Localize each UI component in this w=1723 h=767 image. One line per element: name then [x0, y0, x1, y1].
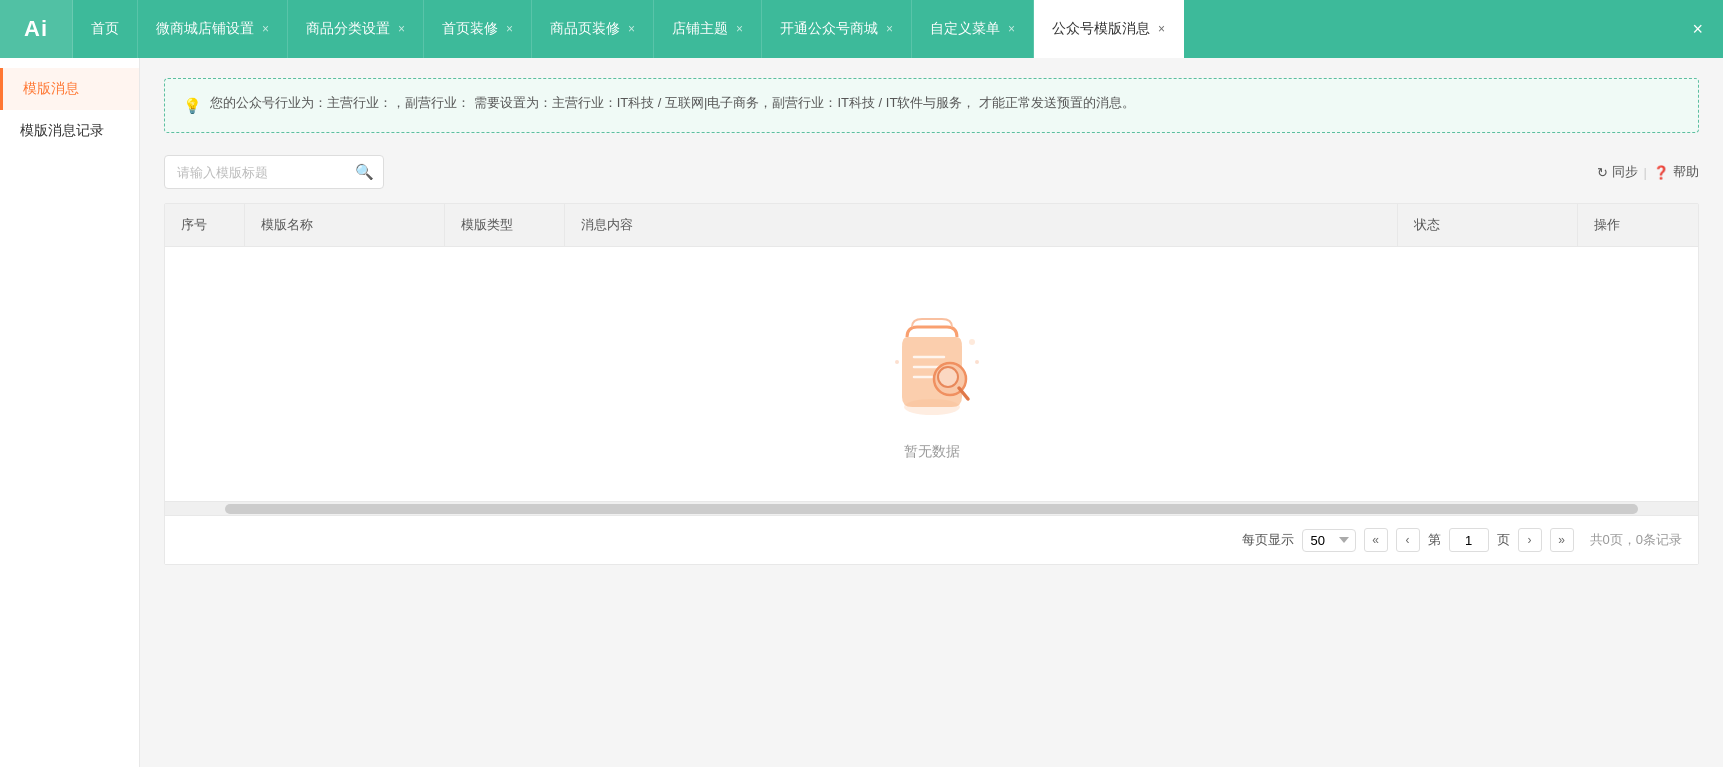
- nav-tab-close[interactable]: ×: [886, 22, 893, 36]
- nav-tab-label: 开通公众号商城: [780, 20, 878, 38]
- scrollbar-thumb[interactable]: [225, 504, 1638, 514]
- logo-text: Ai: [24, 16, 48, 42]
- page-size-select[interactable]: 102050100: [1302, 529, 1356, 552]
- search-input[interactable]: [164, 155, 384, 189]
- notice-text: 您的公众号行业为：主营行业：，副营行业： 需要设置为：主营行业：IT科技 / 互…: [210, 93, 1135, 114]
- notice-icon: 💡: [183, 94, 202, 118]
- nav-tab-category-settings[interactable]: 商品分类设置 ×: [288, 0, 424, 58]
- nav-tab-close[interactable]: ×: [628, 22, 635, 36]
- page-size-label: 每页显示: [1242, 531, 1294, 549]
- sidebar-item-template-msg[interactable]: 模版消息: [0, 68, 139, 110]
- main-layout: 模版消息模版消息记录 💡 您的公众号行业为：主营行业：，副营行业： 需要设置为：…: [0, 58, 1723, 767]
- nav-tab-template-msg[interactable]: 公众号模版消息 ×: [1034, 0, 1184, 58]
- table-header: 序号模版名称模版类型消息内容状态操作: [165, 204, 1698, 247]
- nav-tab-label: 自定义菜单: [930, 20, 1000, 38]
- page-unit: 页: [1497, 531, 1510, 549]
- table-col-type: 模版类型: [445, 204, 565, 246]
- page-input[interactable]: [1449, 528, 1489, 552]
- table-wrap: 序号模版名称模版类型消息内容状态操作: [164, 203, 1699, 565]
- nav-tab-shop-theme[interactable]: 店铺主题 ×: [654, 0, 762, 58]
- sidebar-item-template-msg-records[interactable]: 模版消息记录: [0, 110, 139, 152]
- scrollbar-area[interactable]: [165, 501, 1698, 515]
- pagination: 每页显示 102050100 « ‹ 第 页 › » 共0页，0条记录: [165, 515, 1698, 564]
- close-all-button[interactable]: ×: [1672, 19, 1723, 40]
- search-input-wrap: 🔍: [164, 155, 384, 189]
- notice-highlight: 需要设置为：主营行业：IT科技 / 互联网|电子商务，副营行业：IT科技 / I…: [474, 95, 976, 110]
- next-page-button[interactable]: ›: [1518, 528, 1542, 552]
- prev-page-button[interactable]: ‹: [1396, 528, 1420, 552]
- page-word: 第: [1428, 531, 1441, 549]
- search-left: 🔍: [164, 155, 384, 189]
- svg-point-8: [895, 360, 899, 364]
- nav-tab-label: 商品页装修: [550, 20, 620, 38]
- table-col-action: 操作: [1578, 204, 1698, 246]
- divider: |: [1644, 165, 1647, 180]
- search-right: ↻ 同步 | ❓ 帮助: [1597, 163, 1699, 181]
- content-area: 💡 您的公众号行业为：主营行业：，副营行业： 需要设置为：主营行业：IT科技 /…: [140, 58, 1723, 767]
- nav-tab-close[interactable]: ×: [736, 22, 743, 36]
- last-page-button[interactable]: »: [1550, 528, 1574, 552]
- notice-box: 💡 您的公众号行业为：主营行业：，副营行业： 需要设置为：主营行业：IT科技 /…: [164, 78, 1699, 133]
- nav-tab-close[interactable]: ×: [398, 22, 405, 36]
- sync-button[interactable]: ↻ 同步: [1597, 163, 1638, 181]
- nav-tab-home-decor[interactable]: 首页装修 ×: [424, 0, 532, 58]
- nav-tab-close[interactable]: ×: [506, 22, 513, 36]
- top-nav: Ai 首页微商城店铺设置×商品分类设置×首页装修×商品页装修×店铺主题×开通公众…: [0, 0, 1723, 58]
- first-page-button[interactable]: «: [1364, 528, 1388, 552]
- svg-point-7: [969, 339, 975, 345]
- empty-text: 暂无数据: [904, 443, 960, 461]
- empty-illustration: [872, 307, 992, 427]
- search-bar: 🔍 ↻ 同步 | ❓ 帮助: [164, 155, 1699, 189]
- help-icon: ❓: [1653, 165, 1669, 180]
- nav-tab-close[interactable]: ×: [262, 22, 269, 36]
- nav-tab-label: 商品分类设置: [306, 20, 390, 38]
- help-button[interactable]: ❓ 帮助: [1653, 163, 1699, 181]
- svg-point-5: [938, 367, 958, 387]
- svg-point-9: [975, 360, 979, 364]
- nav-tab-label: 首页装修: [442, 20, 498, 38]
- table-col-index: 序号: [165, 204, 245, 246]
- nav-tab-close[interactable]: ×: [1008, 22, 1015, 36]
- table-col-name: 模版名称: [245, 204, 445, 246]
- nav-tab-open-mall[interactable]: 开通公众号商城 ×: [762, 0, 912, 58]
- nav-tab-product-decor[interactable]: 商品页装修 ×: [532, 0, 654, 58]
- total-info: 共0页，0条记录: [1590, 531, 1682, 549]
- search-icon[interactable]: 🔍: [355, 163, 374, 181]
- nav-tab-custom-menu[interactable]: 自定义菜单 ×: [912, 0, 1034, 58]
- sidebar: 模版消息模版消息记录: [0, 58, 140, 767]
- nav-tab-label: 店铺主题: [672, 20, 728, 38]
- table-col-content: 消息内容: [565, 204, 1398, 246]
- nav-tab-label: 公众号模版消息: [1052, 20, 1150, 38]
- nav-tab-close[interactable]: ×: [1158, 22, 1165, 36]
- nav-tab-label: 首页: [91, 20, 119, 38]
- nav-tab-label: 微商城店铺设置: [156, 20, 254, 38]
- table-col-status: 状态: [1398, 204, 1578, 246]
- sync-icon: ↻: [1597, 165, 1608, 180]
- logo-tab: Ai: [0, 0, 73, 58]
- empty-state: 暂无数据: [165, 247, 1698, 501]
- nav-tab-shop-settings[interactable]: 微商城店铺设置 ×: [138, 0, 288, 58]
- nav-tab-home[interactable]: 首页: [73, 0, 138, 58]
